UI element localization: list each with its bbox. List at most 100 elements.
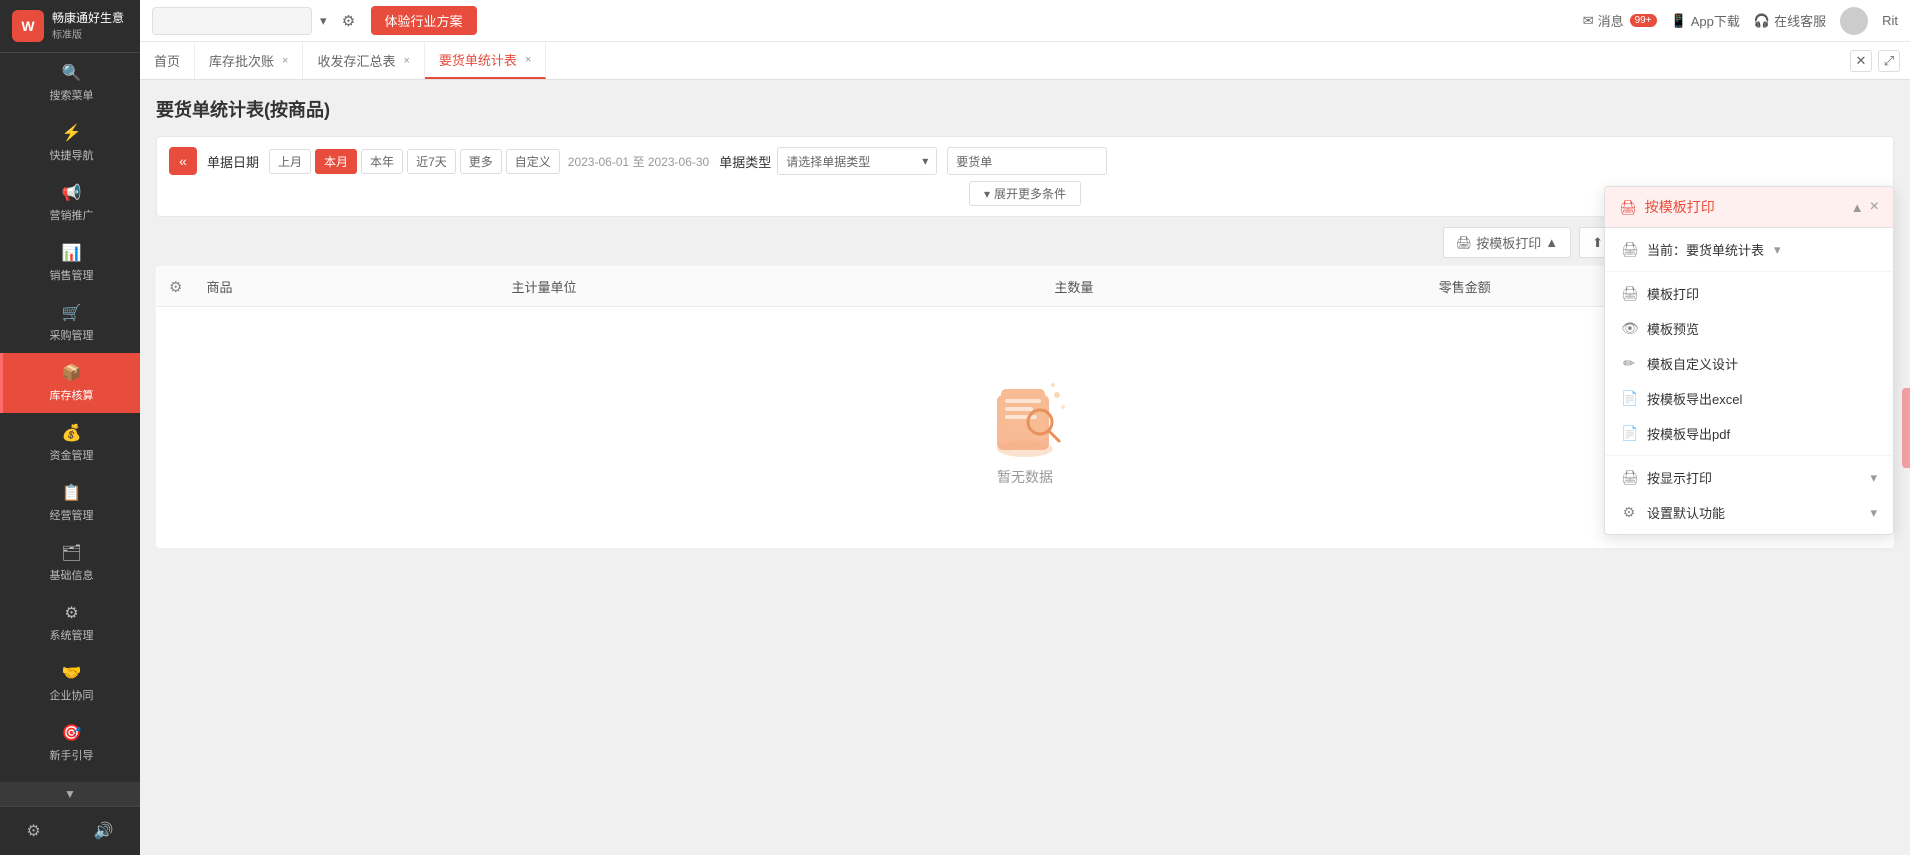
page-content: 要货单统计表(按商品) « 单据日期 上月 本月 本年 近7天 更多 自定义 2…: [140, 80, 1910, 855]
marketing-icon: 📢: [62, 183, 82, 203]
dropdown-item-template-preview[interactable]: 👁 模板预览: [1605, 311, 1893, 346]
sidebar-item-purchase[interactable]: 🛒 采购管理: [0, 293, 140, 353]
tabs-close-btn[interactable]: ✕: [1850, 50, 1872, 72]
phone-icon: 📱: [1671, 13, 1687, 29]
online-service-btn[interactable]: 🎧 在线客服: [1754, 11, 1826, 30]
sidebar-item-basics[interactable]: 🗂 基础信息: [0, 533, 140, 593]
topbar-search-input[interactable]: [152, 7, 312, 35]
sidebar-item-marketing[interactable]: 📢 营销推广: [0, 173, 140, 233]
dropdown-item-template-print[interactable]: 🖨 模板打印: [1605, 276, 1893, 311]
app-download-btn[interactable]: 📱 App下载: [1671, 11, 1740, 30]
sidebar-item-sales[interactable]: 📊 销售管理: [0, 233, 140, 293]
dropdown-close-btn[interactable]: ×: [1870, 198, 1879, 216]
table-col-unit: 主计量单位: [500, 267, 1043, 307]
display-print-arrow: ▾: [1870, 470, 1877, 486]
user-avatar[interactable]: [1840, 7, 1868, 35]
main-area: ▾ ⚙ 体验行业方案 ✉ 消息 99+ 📱 App下载 🎧 在线客服 Rit: [140, 0, 1910, 855]
operations-icon: 📋: [62, 483, 82, 503]
date-label: 单据日期: [207, 152, 259, 171]
sidebar-item-purchase-label: 采购管理: [50, 327, 94, 343]
dropdown-section-items: 🖨 模板打印 👁 模板预览 ✏ 模板自定义设计 📄 按模板导出excel 📄: [1605, 272, 1893, 456]
app-download-label: App下载: [1691, 11, 1740, 30]
sidebar-item-quick-nav[interactable]: ⚡ 快捷导航: [0, 113, 140, 173]
trial-button[interactable]: 体验行业方案: [371, 6, 477, 35]
tabs-maximize-btn[interactable]: ⤢: [1878, 50, 1900, 72]
tab-inventory-batch-close[interactable]: ×: [282, 55, 288, 67]
audio-bottom-icon[interactable]: 🔊: [90, 817, 118, 845]
sidebar-item-appstore[interactable]: 🔔 应用中心: [0, 773, 140, 782]
sidebar-item-enterprise[interactable]: 🤝 企业协同: [0, 653, 140, 713]
print-btn[interactable]: 🖨 按模板打印 ▲: [1443, 227, 1571, 258]
date-buttons: 上月 本月 本年 近7天 更多 自定义 2023-06-01 至 2023-06…: [269, 149, 709, 174]
sidebar-item-finance[interactable]: 💰 资金管理: [0, 413, 140, 473]
display-print-label: 按显示打印: [1647, 468, 1712, 487]
dropdown-header-left: 🖨 按模板打印: [1619, 197, 1715, 217]
date-btn-last-month[interactable]: 上月: [269, 149, 311, 174]
tab-home[interactable]: 首页: [140, 42, 195, 79]
dropdown-item-template-custom[interactable]: ✏ 模板自定义设计: [1605, 346, 1893, 381]
sidebar-item-operations-label: 经营管理: [50, 507, 94, 523]
dropdown-header: 🖨 按模板打印 ▲ ×: [1605, 187, 1893, 228]
scroll-decoration: [1902, 388, 1910, 468]
dropdown-current-item[interactable]: 🖨 当前：要货单统计表 ▾: [1605, 232, 1893, 267]
filter-toggle-btn[interactable]: «: [169, 147, 197, 175]
sidebar-item-system[interactable]: ⚙ 系统管理: [0, 593, 140, 653]
expand-more-btn[interactable]: ▾ 展开更多条件: [969, 181, 1081, 206]
table-col-goods: 商品: [194, 267, 499, 307]
messages-btn[interactable]: ✉ 消息 99+: [1583, 11, 1657, 30]
date-btn-7days[interactable]: 近7天: [407, 149, 456, 174]
sidebar-item-newbie[interactable]: 🎯 新手引导: [0, 713, 140, 773]
date-btn-more[interactable]: 更多: [460, 149, 502, 174]
tab-receipt-summary-close[interactable]: ×: [403, 55, 409, 67]
date-btn-custom[interactable]: 自定义: [506, 149, 560, 174]
dropdown-item-display-print[interactable]: 🖨 按显示打印 ▾: [1605, 460, 1893, 495]
topbar: ▾ ⚙ 体验行业方案 ✉ 消息 99+ 📱 App下载 🎧 在线客服 Rit: [140, 0, 1910, 42]
date-btn-this-month[interactable]: 本月: [315, 149, 357, 174]
empty-text: 暂无数据: [997, 467, 1053, 487]
order-type-label: 单据类型: [719, 152, 771, 171]
dropdown-header-right: ▲ ×: [1851, 198, 1879, 216]
tab-inventory-batch-label: 库存批次账: [209, 51, 274, 70]
expand-btn-label: 展开更多条件: [994, 185, 1066, 202]
current-item-arrow: ▾: [1774, 242, 1781, 258]
tab-inventory-batch[interactable]: 库存批次账 ×: [195, 42, 303, 79]
sidebar-item-operations[interactable]: 📋 经营管理: [0, 473, 140, 533]
username-label: Rit: [1882, 13, 1898, 28]
sidebar-item-search[interactable]: 🔍 搜索菜单: [0, 53, 140, 113]
tab-receipt-summary[interactable]: 收发存汇总表 ×: [303, 42, 424, 79]
sidebar-item-search-label: 搜索菜单: [50, 87, 94, 103]
tab-order-stats[interactable]: 要货单统计表 ×: [425, 42, 546, 79]
template-custom-label: 模板自定义设计: [1647, 354, 1738, 373]
dropdown-header-label: 按模板打印: [1645, 197, 1715, 217]
sidebar-logo: W 畅康通好生意 标准版: [0, 0, 140, 53]
goods-filter-value: 要货单: [956, 153, 992, 170]
sidebar-item-inventory[interactable]: 📦 库存核算: [0, 353, 140, 413]
dropdown-item-set-default[interactable]: ⚙ 设置默认功能 ▾: [1605, 495, 1893, 530]
set-default-arrow: ▾: [1870, 505, 1877, 521]
sidebar-item-quick-nav-label: 快捷导航: [50, 147, 94, 163]
order-type-select[interactable]: 请选择单据类型 ▾: [777, 147, 937, 175]
settings-bottom-icon[interactable]: ⚙: [22, 817, 44, 845]
inventory-icon: 📦: [62, 363, 82, 383]
messages-label: 消息: [1598, 11, 1624, 30]
dropdown-item-template-pdf[interactable]: 📄 按模板导出pdf: [1605, 416, 1893, 451]
sidebar-scroll-down[interactable]: ▼: [0, 782, 140, 806]
display-print-icon: 🖨: [1621, 469, 1637, 486]
dropdown-item-template-excel[interactable]: 📄 按模板导出excel: [1605, 381, 1893, 416]
goods-filter-input[interactable]: 要货单: [947, 147, 1107, 175]
table-settings-icon[interactable]: ⚙: [169, 279, 182, 296]
tab-order-stats-close[interactable]: ×: [525, 54, 531, 66]
dropdown-collapse-arrow[interactable]: ▲: [1851, 200, 1864, 215]
topbar-gear-icon[interactable]: ⚙: [335, 7, 363, 35]
date-range-display: 2023-06-01 至 2023-06-30: [568, 153, 709, 170]
tab-receipt-summary-label: 收发存汇总表: [317, 51, 395, 70]
dropdown-section-footer: 🖨 按显示打印 ▾ ⚙ 设置默认功能 ▾: [1605, 456, 1893, 534]
current-item-label: 当前：要货单统计表: [1647, 240, 1764, 259]
topbar-dropdown[interactable]: ▾: [320, 13, 327, 29]
finance-icon: 💰: [62, 423, 82, 443]
empty-illustration: [975, 367, 1075, 467]
sidebar-item-enterprise-label: 企业协同: [50, 687, 94, 703]
date-btn-this-year[interactable]: 本年: [361, 149, 403, 174]
system-icon: ⚙: [64, 603, 78, 623]
order-type-arrow: ▾: [922, 154, 928, 168]
